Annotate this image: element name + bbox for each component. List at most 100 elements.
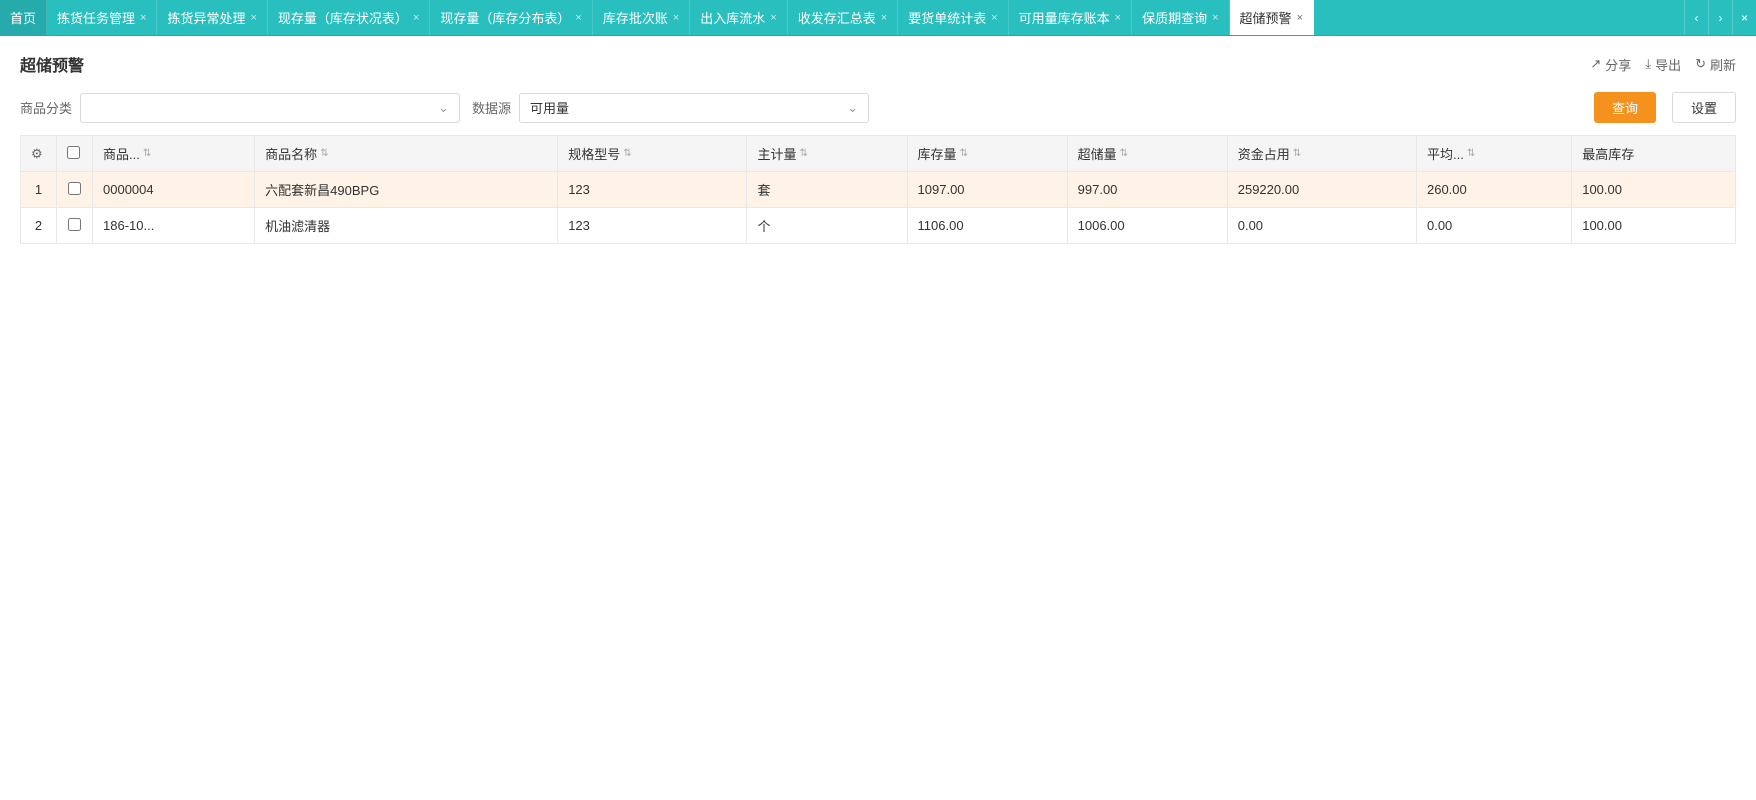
cell-max-stock-1: 100.00 bbox=[1572, 208, 1736, 244]
nav-summary[interactable]: 收发存汇总表 × bbox=[788, 0, 898, 36]
row-checkbox-cell-1 bbox=[57, 208, 93, 244]
cell-sku-code-0: 0000004 bbox=[93, 172, 255, 208]
datasource-arrow-icon: ⌄ bbox=[847, 100, 858, 116]
sort-avg-icon: ⇅ bbox=[1467, 148, 1475, 159]
refresh-button[interactable]: ↻ 刷新 bbox=[1695, 55, 1736, 74]
export-button[interactable]: ⤓ 导出 bbox=[1645, 55, 1681, 74]
close-pick-exception-icon[interactable]: × bbox=[250, 12, 256, 24]
top-nav: 首页 拣货任务管理 × 拣货异常处理 × 现存量（库存状况表） × 现存量（库存… bbox=[0, 0, 1756, 36]
sort-capital-icon: ⇅ bbox=[1293, 148, 1301, 159]
table-header-row: ⚙ 商品... ⇅ 商品名称 ⇅ bbox=[21, 136, 1736, 172]
filter-section: 商品分类 ⌄ 数据源 可用量 ⌄ 查询 设置 bbox=[20, 92, 1736, 123]
page-title: 超储预警 bbox=[20, 52, 84, 76]
nav-overstock[interactable]: 超储预警 × bbox=[1230, 0, 1314, 36]
settings-button[interactable]: 设置 bbox=[1672, 92, 1736, 123]
nav-available-ledger[interactable]: 可用量库存账本 × bbox=[1009, 0, 1132, 36]
page-header: 超储预警 ↗ 分享 ⤓ 导出 ↻ 刷新 bbox=[20, 52, 1736, 76]
row-num-1: 2 bbox=[21, 208, 57, 244]
nav-pick-task[interactable]: 拣货任务管理 × bbox=[47, 0, 157, 36]
th-max-stock[interactable]: 最高库存 bbox=[1572, 136, 1736, 172]
close-batch-account-icon[interactable]: × bbox=[673, 12, 679, 24]
cell-sku-name-1: 机油滤清器 bbox=[255, 208, 558, 244]
filter-category: 商品分类 ⌄ bbox=[20, 93, 460, 123]
close-inventory-status-icon[interactable]: × bbox=[413, 12, 419, 24]
sort-sku-code-icon: ⇅ bbox=[143, 148, 151, 159]
nav-batch-account[interactable]: 库存批次账 × bbox=[593, 0, 690, 36]
th-checkbox bbox=[57, 136, 93, 172]
row-checkbox-cell-0 bbox=[57, 172, 93, 208]
sort-sku-name-icon: ⇅ bbox=[320, 148, 328, 159]
share-button[interactable]: ↗ 分享 bbox=[1590, 55, 1631, 74]
nav-inventory-dist[interactable]: 现存量（库存分布表） × bbox=[430, 0, 592, 36]
nav-inventory-status[interactable]: 现存量（库存状况表） × bbox=[268, 0, 430, 36]
th-over-qty[interactable]: 超储量 ⇅ bbox=[1067, 136, 1227, 172]
th-sku-name[interactable]: 商品名称 ⇅ bbox=[255, 136, 558, 172]
export-icon: ⤓ bbox=[1645, 56, 1651, 72]
cell-spec-1: 123 bbox=[558, 208, 747, 244]
table-row: 1 0000004 六配套新昌490BPG 123 套 1097.00 997.… bbox=[21, 172, 1736, 208]
cell-max-stock-0: 100.00 bbox=[1572, 172, 1736, 208]
close-summary-icon[interactable]: × bbox=[881, 12, 887, 24]
cell-over-qty-1: 1006.00 bbox=[1067, 208, 1227, 244]
datasource-select[interactable]: 可用量 ⌄ bbox=[519, 93, 869, 123]
nav-pick-exception[interactable]: 拣货异常处理 × bbox=[157, 0, 267, 36]
nav-arrow-close[interactable]: × bbox=[1732, 0, 1756, 36]
category-select[interactable]: ⌄ bbox=[80, 93, 460, 123]
header-actions: ↗ 分享 ⤓ 导出 ↻ 刷新 bbox=[1590, 55, 1736, 74]
cell-avg-0: 260.00 bbox=[1416, 172, 1571, 208]
row-num-0: 1 bbox=[21, 172, 57, 208]
sort-spec-icon: ⇅ bbox=[623, 148, 631, 159]
refresh-icon: ↻ bbox=[1695, 56, 1706, 72]
cell-sku-code-1: 186-10... bbox=[93, 208, 255, 244]
category-arrow-icon: ⌄ bbox=[438, 100, 449, 116]
nav-demand-stat[interactable]: 要货单统计表 × bbox=[898, 0, 1008, 36]
table-row: 2 186-10... 机油滤清器 123 个 1106.00 1006.00 … bbox=[21, 208, 1736, 244]
th-capital[interactable]: 资金占用 ⇅ bbox=[1227, 136, 1416, 172]
nav-arrow-left[interactable]: ‹ bbox=[1684, 0, 1708, 36]
row-checkbox-1[interactable] bbox=[68, 218, 81, 231]
filter-right-btns: 查询 设置 bbox=[1594, 92, 1736, 123]
datasource-value: 可用量 bbox=[530, 98, 569, 117]
cell-stock-qty-0: 1097.00 bbox=[907, 172, 1067, 208]
close-demand-stat-icon[interactable]: × bbox=[991, 12, 997, 24]
sort-unit-icon: ⇅ bbox=[799, 148, 807, 159]
cell-capital-1: 0.00 bbox=[1227, 208, 1416, 244]
th-sku-code[interactable]: 商品... ⇅ bbox=[93, 136, 255, 172]
nav-home[interactable]: 首页 bbox=[0, 0, 47, 36]
filter-datasource: 数据源 可用量 ⌄ bbox=[472, 93, 869, 123]
page-content: 超储预警 ↗ 分享 ⤓ 导出 ↻ 刷新 商品分类 ⌄ 数据源 bbox=[0, 36, 1756, 800]
query-button[interactable]: 查询 bbox=[1594, 92, 1656, 123]
close-available-ledger-icon[interactable]: × bbox=[1115, 12, 1121, 24]
category-label: 商品分类 bbox=[20, 98, 72, 117]
nav-arrow-right[interactable]: › bbox=[1708, 0, 1732, 36]
select-all-checkbox[interactable] bbox=[67, 146, 80, 159]
settings-gear-icon[interactable]: ⚙ bbox=[31, 146, 43, 161]
close-inout-flow-icon[interactable]: × bbox=[770, 12, 776, 24]
th-unit[interactable]: 主计量 ⇅ bbox=[747, 136, 907, 172]
th-avg[interactable]: 平均... ⇅ bbox=[1416, 136, 1571, 172]
row-checkbox-0[interactable] bbox=[68, 182, 81, 195]
cell-unit-1: 个 bbox=[747, 208, 907, 244]
th-settings: ⚙ bbox=[21, 136, 57, 172]
cell-over-qty-0: 997.00 bbox=[1067, 172, 1227, 208]
nav-inout-flow[interactable]: 出入库流水 × bbox=[690, 0, 787, 36]
nav-arrows: ‹ › × bbox=[1684, 0, 1756, 36]
cell-unit-0: 套 bbox=[747, 172, 907, 208]
cell-capital-0: 259220.00 bbox=[1227, 172, 1416, 208]
th-stock-qty[interactable]: 库存量 ⇅ bbox=[907, 136, 1067, 172]
cell-spec-0: 123 bbox=[558, 172, 747, 208]
datasource-label: 数据源 bbox=[472, 98, 511, 117]
cell-sku-name-0: 六配套新昌490BPG bbox=[255, 172, 558, 208]
th-spec[interactable]: 规格型号 ⇅ bbox=[558, 136, 747, 172]
data-table: ⚙ 商品... ⇅ 商品名称 ⇅ bbox=[20, 135, 1736, 244]
cell-stock-qty-1: 1106.00 bbox=[907, 208, 1067, 244]
sort-over-qty-icon: ⇅ bbox=[1120, 148, 1128, 159]
close-shelf-life-icon[interactable]: × bbox=[1212, 12, 1218, 24]
close-overstock-icon[interactable]: × bbox=[1297, 12, 1303, 24]
close-pick-task-icon[interactable]: × bbox=[140, 12, 146, 24]
cell-avg-1: 0.00 bbox=[1416, 208, 1571, 244]
nav-shelf-life[interactable]: 保质期查询 × bbox=[1132, 0, 1229, 36]
share-icon: ↗ bbox=[1590, 56, 1601, 72]
sort-stock-qty-icon: ⇅ bbox=[960, 148, 968, 159]
close-inventory-dist-icon[interactable]: × bbox=[575, 12, 581, 24]
